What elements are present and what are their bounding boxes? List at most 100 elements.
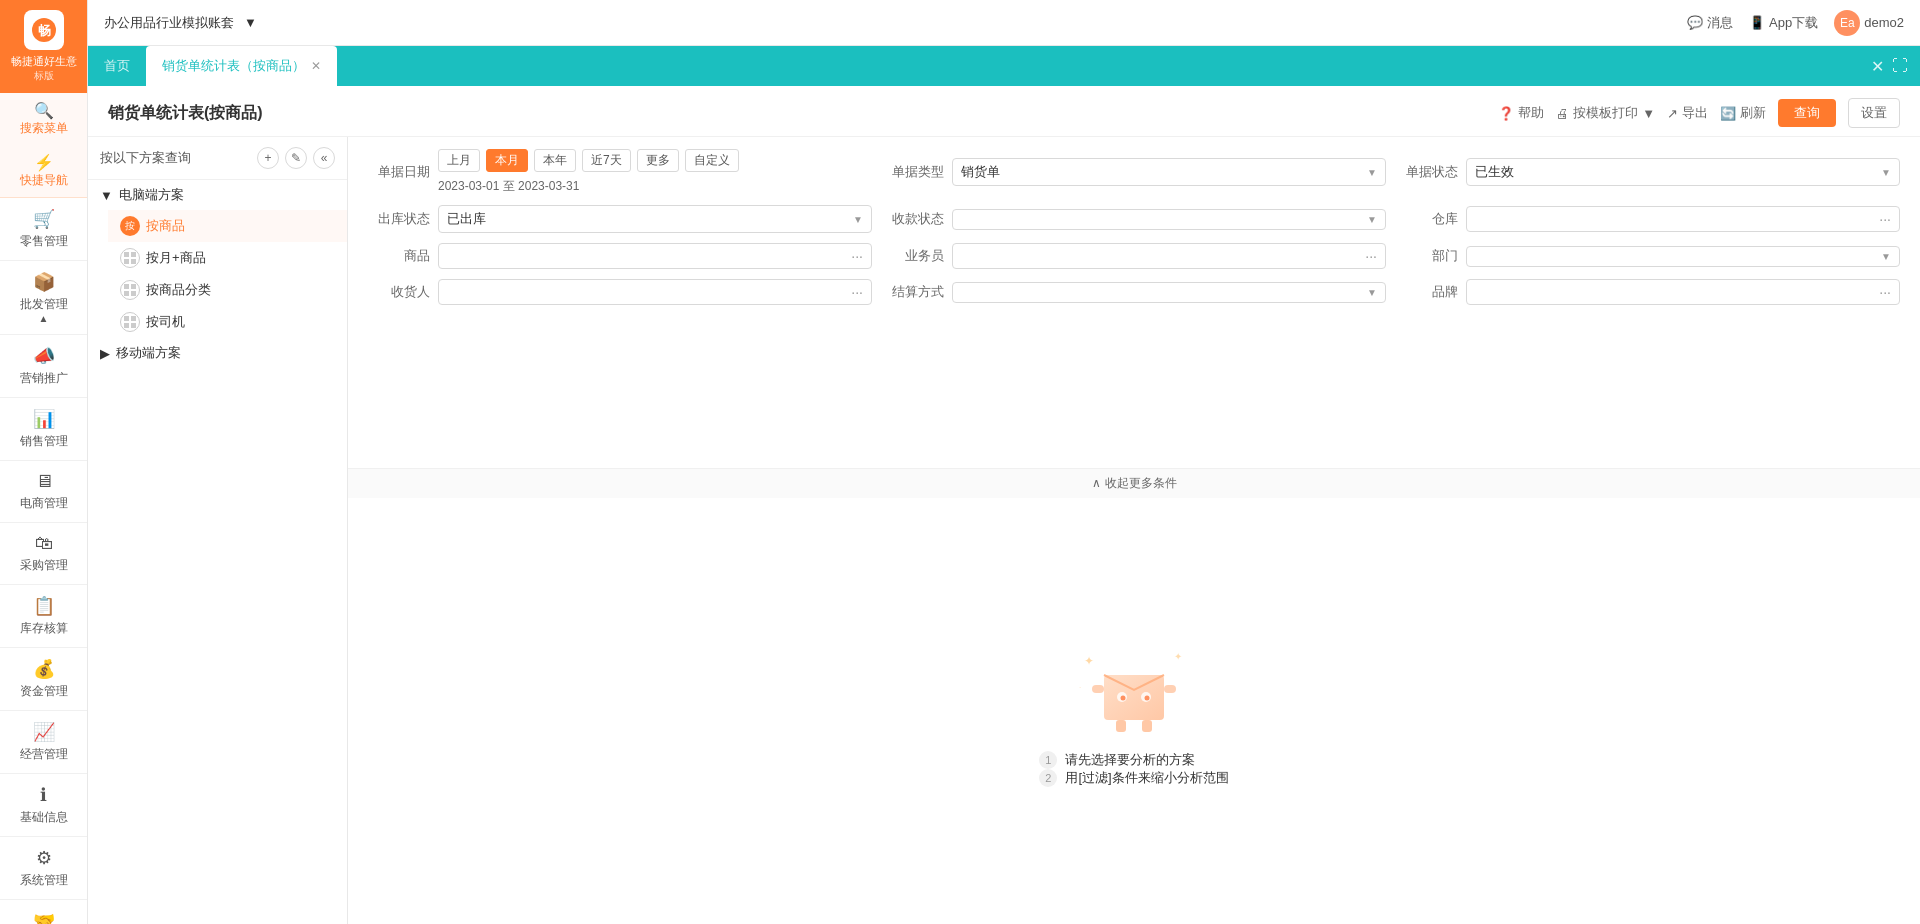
svg-rect-21 — [1092, 685, 1104, 693]
sidebar-item-operation[interactable]: 📈 经营管理 — [0, 711, 87, 774]
svg-rect-11 — [131, 316, 136, 321]
date-control: 上月 本月 本年 近7天 更多 自定义 2023-03-01 至 2023-03… — [438, 149, 872, 195]
empty-illustration: ✦ ✦ · — [1074, 635, 1194, 735]
print-dropdown-icon[interactable]: ▼ — [1642, 106, 1655, 121]
tip-1-num: 1 — [1039, 751, 1057, 769]
sidebar-item-retail[interactable]: 🛒 零售管理 — [0, 198, 87, 261]
tab-home[interactable]: 首页 — [88, 46, 146, 86]
inventory-icon: 📋 — [33, 595, 55, 617]
settings-btn[interactable]: 设置 — [1848, 98, 1900, 128]
warehouse-select[interactable]: ··· — [1466, 206, 1900, 232]
collapse-filters-btn[interactable]: ∧ 收起更多条件 — [348, 468, 1920, 498]
svg-text:·: · — [1079, 683, 1081, 692]
date-btn-this-year[interactable]: 本年 — [534, 149, 576, 172]
warehouse-filter-item: 仓库 ··· — [1396, 205, 1900, 233]
sidebar-item-finance[interactable]: 💰 资金管理 — [0, 648, 87, 711]
date-btn-last-7[interactable]: 近7天 — [582, 149, 631, 172]
brand-select[interactable]: ··· — [1466, 279, 1900, 305]
company-dropdown[interactable]: ▼ — [244, 15, 257, 30]
tab-stats-close[interactable]: ✕ — [311, 59, 321, 73]
filter-row-2: 出库状态 已出库 ▼ 收款状态 — [368, 205, 1900, 233]
collapse-panel-btn[interactable]: « — [313, 147, 335, 169]
sidebar-item-ecommerce[interactable]: 🖥 电商管理 — [0, 461, 87, 523]
topbar: 办公用品行业模拟账套 ▼ 💬 消息 📱 App下载 Ea demo2 — [88, 0, 1920, 46]
sidebar-item-enterprise[interactable]: 🤝 企业协同 — [0, 900, 87, 924]
tree-item-by-category-label: 按商品分类 — [146, 281, 211, 299]
sidebar-item-marketing[interactable]: 📣 营销推广 — [0, 335, 87, 398]
collapse-icon: ∧ — [1092, 476, 1101, 490]
doc-status-arrow: ▼ — [1881, 167, 1891, 178]
edit-scheme-btn[interactable]: ✎ — [285, 147, 307, 169]
sidebar-item-sales[interactable]: 📊 销售管理 — [0, 398, 87, 461]
add-scheme-btn[interactable]: + — [257, 147, 279, 169]
tree-expand-pc[interactable]: ▼ — [100, 188, 113, 203]
tree-item-by-category[interactable]: 按商品分类 — [108, 274, 347, 306]
doc-status-label: 单据状态 — [1396, 163, 1466, 181]
left-panel-actions: + ✎ « — [257, 147, 335, 169]
receive-status-select[interactable]: ▼ — [952, 209, 1386, 230]
date-btn-this-month[interactable]: 本月 — [486, 149, 528, 172]
export-btn[interactable]: ↗ 导出 — [1667, 104, 1708, 122]
date-btn-custom[interactable]: 自定义 — [685, 149, 739, 172]
query-btn[interactable]: 查询 — [1778, 99, 1836, 127]
filter-section: 单据日期 上月 本月 本年 近7天 更多 自定义 2023-03-01 至 20… — [348, 137, 1920, 468]
page-title: 销货单统计表(按商品) — [108, 103, 263, 124]
receiver-control: ··· — [438, 279, 872, 305]
product-select[interactable]: ··· — [438, 243, 872, 269]
date-btn-last-month[interactable]: 上月 — [438, 149, 480, 172]
date-buttons: 上月 本月 本年 近7天 更多 自定义 2023-03-01 至 2023-03… — [438, 149, 872, 195]
tree-item-by-cashier[interactable]: 按司机 — [108, 306, 347, 338]
tab-stats[interactable]: 销货单统计表（按商品） ✕ — [146, 46, 337, 86]
print-btn[interactable]: 🖨 按模板打印 ▼ — [1556, 104, 1655, 122]
sidebar-item-wholesale[interactable]: 📦 批发管理 ▲ — [0, 261, 87, 335]
out-status-select[interactable]: 已出库 ▼ — [438, 205, 872, 233]
product-filter-item: 商品 ··· — [368, 243, 872, 269]
main-area: 办公用品行业模拟账套 ▼ 💬 消息 📱 App下载 Ea demo2 首页 销货… — [88, 0, 1920, 924]
tab-actions: ✕ ⛶ — [1871, 57, 1920, 76]
doc-type-select[interactable]: 销货单 ▼ — [952, 158, 1386, 186]
date-label: 单据日期 — [368, 163, 438, 181]
app-download-btn[interactable]: 📱 App下载 — [1749, 14, 1818, 32]
print-icon: 🖨 — [1556, 106, 1569, 121]
tree-group-mobile[interactable]: ▶ 移动端方案 — [88, 338, 347, 368]
tree-group-pc[interactable]: ▼ 电脑端方案 — [88, 180, 347, 210]
tab-expand-btn[interactable]: ⛶ — [1892, 57, 1908, 75]
tip-1-text: 请先选择要分析的方案 — [1065, 751, 1195, 769]
sidebar-item-inventory[interactable]: 📋 库存核算 — [0, 585, 87, 648]
tab-close-all-btn[interactable]: ✕ — [1871, 57, 1884, 76]
salesperson-control: ··· — [952, 243, 1386, 269]
doc-status-control: 已生效 ▼ — [1466, 158, 1900, 186]
salesperson-select[interactable]: ··· — [952, 243, 1386, 269]
message-btn[interactable]: 💬 消息 — [1687, 14, 1733, 32]
brand-filter-item: 品牌 ··· — [1396, 279, 1900, 305]
dept-select[interactable]: ▼ — [1466, 246, 1900, 267]
user-avatar[interactable]: Ea demo2 — [1834, 10, 1904, 36]
wholesale-icon: 📦 — [33, 271, 55, 293]
brand-control: ··· — [1466, 279, 1900, 305]
receiver-select[interactable]: ··· — [438, 279, 872, 305]
filter-row-4: 收货人 ··· 结算方式 — [368, 279, 1900, 305]
settlement-select[interactable]: ▼ — [952, 282, 1386, 303]
tree-item-by-product[interactable]: 按 按商品 — [108, 210, 347, 242]
refresh-icon: 🔄 — [1720, 106, 1736, 121]
tree-item-by-month-product[interactable]: 按月+商品 — [108, 242, 347, 274]
date-btn-more[interactable]: 更多 — [637, 149, 679, 172]
svg-rect-13 — [131, 323, 136, 328]
refresh-btn[interactable]: 🔄 刷新 — [1720, 104, 1766, 122]
help-btn[interactable]: ❓ 帮助 — [1498, 104, 1544, 122]
by-month-icon — [120, 248, 140, 268]
by-product-icon: 按 — [120, 216, 140, 236]
left-panel: 按以下方案查询 + ✎ « ▼ 电脑端方案 按 按商品 — [88, 137, 348, 924]
date-range-display: 2023-03-01 至 2023-03-31 — [438, 178, 579, 195]
sidebar-item-basic[interactable]: ℹ 基础信息 — [0, 774, 87, 837]
sidebar-item-quick-nav[interactable]: ⚡ 快捷导航 — [0, 145, 87, 198]
sidebar-item-purchase[interactable]: 🛍 采购管理 — [0, 523, 87, 585]
filter-row-3: 商品 ··· 业务员 — [368, 243, 1900, 269]
doc-status-select[interactable]: 已生效 ▼ — [1466, 158, 1900, 186]
filter-row-1: 单据日期 上月 本月 本年 近7天 更多 自定义 2023-03-01 至 20… — [368, 149, 1900, 195]
help-icon: ❓ — [1498, 106, 1514, 121]
svg-rect-14 — [1104, 675, 1164, 720]
sidebar-item-system[interactable]: ⚙ 系统管理 — [0, 837, 87, 900]
tree-expand-mobile[interactable]: ▶ — [100, 346, 110, 361]
sidebar-item-search[interactable]: 🔍 搜索菜单 — [0, 93, 87, 145]
